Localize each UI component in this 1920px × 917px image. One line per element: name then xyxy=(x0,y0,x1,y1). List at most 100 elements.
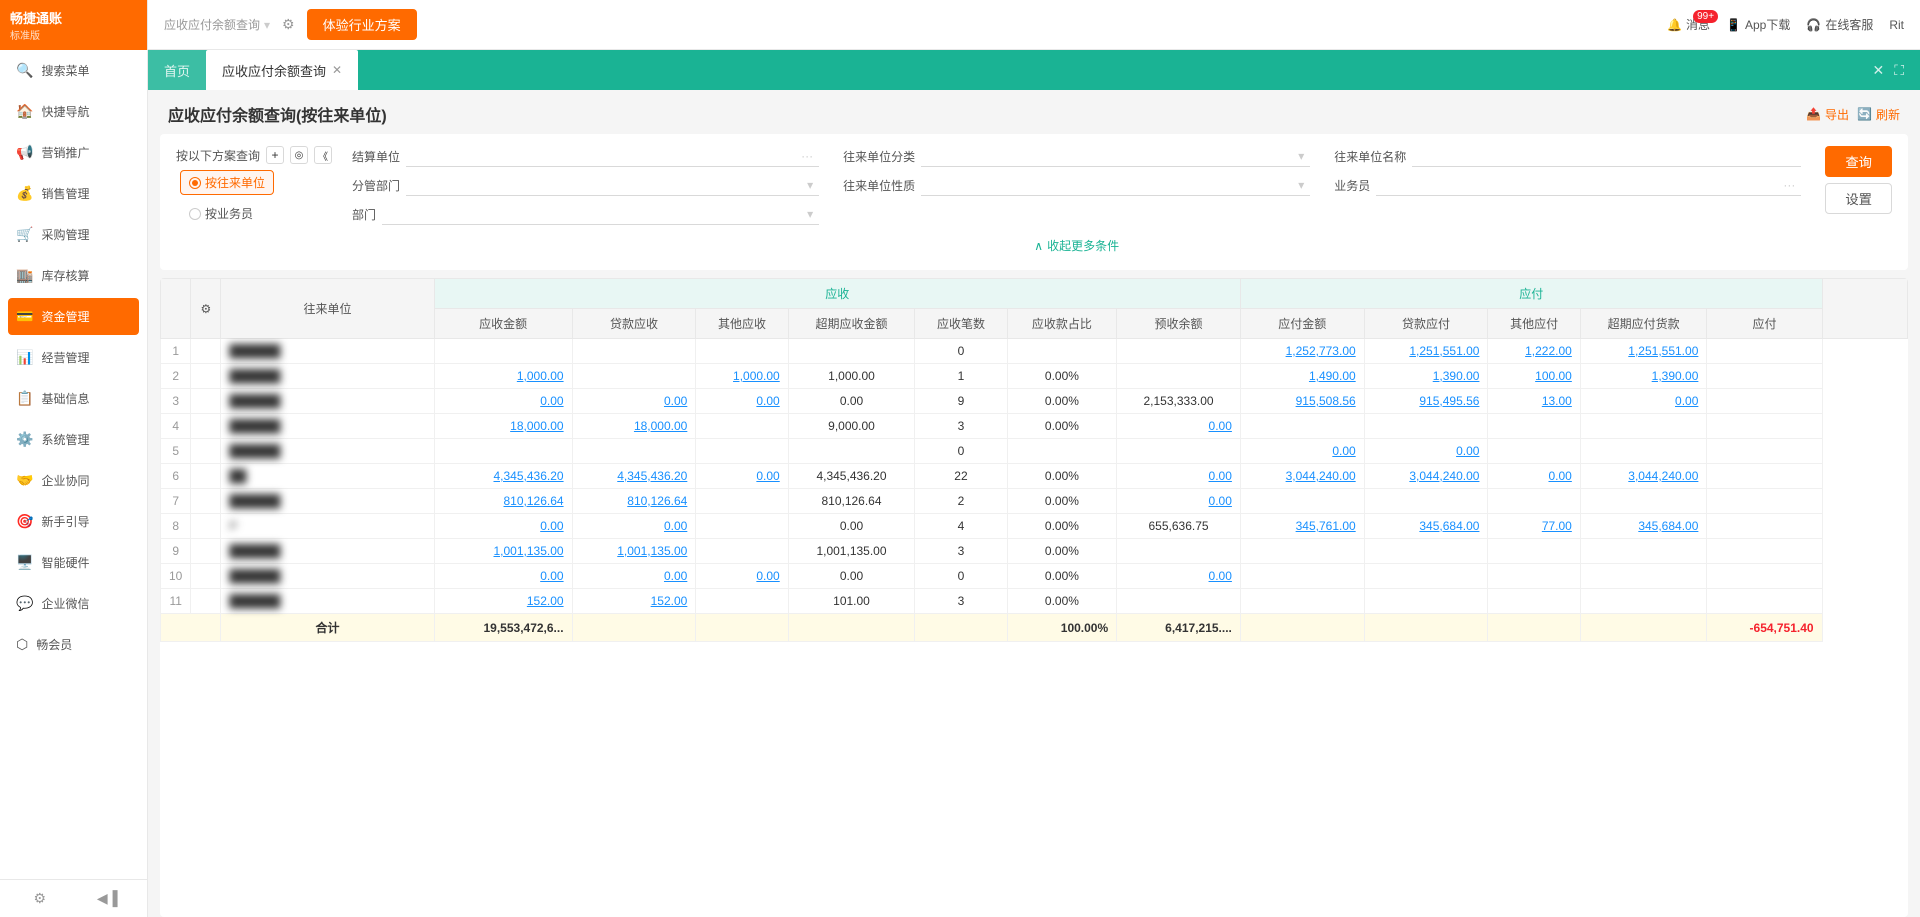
export-button[interactable]: 📤 导出 xyxy=(1806,106,1849,123)
sidebar-item-capital[interactable]: 💳资金管理 xyxy=(8,298,139,335)
notification-btn[interactable]: 🔔 消息 99+ xyxy=(1667,16,1710,33)
dept-manager-select[interactable]: ▾ xyxy=(406,175,819,196)
col-settings[interactable]: ⚙ xyxy=(191,279,221,339)
sidebar-settings-btn[interactable]: ⚙ xyxy=(10,890,70,907)
row-loan-rec[interactable]: 1,001,135.00 xyxy=(572,539,696,564)
row-loan-pay[interactable]: 0.00 xyxy=(1364,439,1488,464)
row-no: 7 xyxy=(161,489,191,514)
row-unit-name: ██████ xyxy=(221,339,434,364)
row-rec-amount[interactable]: 4,345,436.20 xyxy=(434,464,572,489)
sidebar-item-purchase[interactable]: 🛒采购管理 xyxy=(0,214,147,255)
row-other-rec[interactable]: 0.00 xyxy=(696,389,788,414)
row-loan-rec[interactable]: 152.00 xyxy=(572,589,696,614)
query-button[interactable]: 查询 xyxy=(1825,146,1892,177)
row-rec-amount[interactable]: 18,000.00 xyxy=(434,414,572,439)
sidebar-item-newbie[interactable]: 🎯新手引导 xyxy=(0,501,147,542)
sidebar-item-inventory[interactable]: 🏬库存核算 xyxy=(0,255,147,296)
col-overdue-pay: 超期应付货款 xyxy=(1580,309,1707,339)
row-overdue-pay[interactable]: 1,390.00 xyxy=(1580,364,1707,389)
collapse-button[interactable]: ∧ 收起更多条件 xyxy=(1034,233,1119,258)
row-overdue-pay[interactable]: 1,251,551.00 xyxy=(1580,339,1707,364)
row-pay-amount[interactable]: 1,490.00 xyxy=(1240,364,1364,389)
close-icon[interactable]: ✕ xyxy=(332,63,342,77)
row-loan-pay[interactable]: 345,684.00 xyxy=(1364,514,1488,539)
sidebar-item-operations[interactable]: 📊经营管理 xyxy=(0,337,147,378)
sidebar-item-sales[interactable]: 💰销售管理 xyxy=(0,173,147,214)
row-loan-rec[interactable]: 18,000.00 xyxy=(572,414,696,439)
refresh-button[interactable]: 🔄 刷新 xyxy=(1857,106,1900,123)
sidebar-collapse-btn[interactable]: ◀▐ xyxy=(78,890,138,907)
row-pay-amount[interactable]: 1,252,773.00 xyxy=(1240,339,1364,364)
sidebar-item-system[interactable]: ⚙️系统管理 xyxy=(0,419,147,460)
row-pay-amount[interactable]: 3,044,240.00 xyxy=(1240,464,1364,489)
row-other-rec[interactable]: 1,000.00 xyxy=(696,364,788,389)
row-other-rec[interactable]: 0.00 xyxy=(696,564,788,589)
row-loan-rec[interactable]: 4,345,436.20 xyxy=(572,464,696,489)
tab-receivable[interactable]: 应收应付余额查询 ✕ xyxy=(206,50,358,90)
tab-home[interactable]: 首页 xyxy=(148,50,206,90)
row-prepaid[interactable]: 0.00 xyxy=(1117,464,1241,489)
row-pay-amount[interactable]: 0.00 xyxy=(1240,439,1364,464)
row-rec-amount[interactable]: 0.00 xyxy=(434,564,572,589)
filter-scheme: 按以下方案查询 + ◎ 《 按往来单位 按业务员 xyxy=(176,146,336,258)
row-rec-count: 0 xyxy=(915,564,1007,589)
sidebar-item-wechat[interactable]: 💬企业微信 xyxy=(0,583,147,624)
row-pay-amount[interactable]: 915,508.56 xyxy=(1240,389,1364,414)
unit-category-select[interactable]: ▾ xyxy=(921,146,1310,167)
scheme-by-unit[interactable]: 按往来单位 xyxy=(180,170,274,195)
sidebar-item-member[interactable]: ⬡畅会员 xyxy=(0,624,147,665)
gear-icon[interactable]: ⚙ xyxy=(282,16,295,33)
department-select[interactable]: ▾ xyxy=(382,204,819,225)
scheme-by-staff[interactable]: 按业务员 xyxy=(180,201,262,226)
row-other-pay[interactable]: 13.00 xyxy=(1488,389,1580,414)
filter-label-nature: 往来单位性质 xyxy=(843,177,915,194)
unit-name-input[interactable] xyxy=(1412,146,1801,167)
expand-icon[interactable]: 《 xyxy=(314,146,332,164)
row-other-pay[interactable]: 0.00 xyxy=(1488,464,1580,489)
row-rec-amount[interactable]: 0.00 xyxy=(434,514,572,539)
row-rec-amount[interactable]: 810,126.64 xyxy=(434,489,572,514)
row-loan-pay[interactable]: 1,251,551.00 xyxy=(1364,339,1488,364)
row-rec-amount[interactable]: 1,000.00 xyxy=(434,364,572,389)
row-rec-amount[interactable]: 152.00 xyxy=(434,589,572,614)
add-icon[interactable]: + xyxy=(266,146,284,164)
row-prepaid[interactable]: 0.00 xyxy=(1117,414,1241,439)
sidebar-item-search[interactable]: 🔍搜索菜单 xyxy=(0,50,147,91)
sidebar-item-marketing[interactable]: 📢营销推广 xyxy=(0,132,147,173)
row-rec-amount[interactable]: 1,001,135.00 xyxy=(434,539,572,564)
row-loan-rec[interactable]: 0.00 xyxy=(572,514,696,539)
row-loan-pay[interactable]: 915,495.56 xyxy=(1364,389,1488,414)
row-overdue-pay[interactable]: 345,684.00 xyxy=(1580,514,1707,539)
row-prepaid[interactable]: 0.00 xyxy=(1117,564,1241,589)
window-close-icon[interactable]: ✕ xyxy=(1872,62,1884,79)
solution-button[interactable]: 体验行业方案 xyxy=(307,9,417,40)
row-overdue-pay[interactable]: 0.00 xyxy=(1580,389,1707,414)
settlement-unit-input[interactable]: ··· xyxy=(406,146,819,167)
row-other-pay[interactable]: 100.00 xyxy=(1488,364,1580,389)
unit-nature-select[interactable]: ▾ xyxy=(921,175,1310,196)
row-prepaid[interactable]: 0.00 xyxy=(1117,489,1241,514)
sidebar-item-collab[interactable]: 🤝企业协同 xyxy=(0,460,147,501)
sidebar-item-quicknav[interactable]: 🏠快捷导航 xyxy=(0,91,147,132)
row-rec-amount[interactable]: 0.00 xyxy=(434,389,572,414)
row-other-pay[interactable]: 77.00 xyxy=(1488,514,1580,539)
row-other-rec[interactable]: 0.00 xyxy=(696,464,788,489)
setting-button[interactable]: 设置 xyxy=(1825,183,1892,214)
wechat-icon: 💬 xyxy=(16,595,33,612)
sidebar-item-hardware[interactable]: 🖥️智能硬件 xyxy=(0,542,147,583)
app-download-btn[interactable]: 📱 App下载 xyxy=(1726,16,1790,33)
online-service-btn[interactable]: 🎧 在线客服 xyxy=(1806,16,1873,33)
topbar-right: 🔔 消息 99+ 📱 App下载 🎧 在线客服 Rit xyxy=(1667,16,1904,33)
sidebar-item-basic[interactable]: 📋基础信息 xyxy=(0,378,147,419)
row-pay-amount[interactable]: 345,761.00 xyxy=(1240,514,1364,539)
row-loan-rec[interactable]: 810,126.64 xyxy=(572,489,696,514)
row-loan-rec[interactable]: 0.00 xyxy=(572,564,696,589)
salesperson-input[interactable]: ··· xyxy=(1376,175,1801,196)
maximize-icon[interactable]: ⛶ xyxy=(1894,62,1904,79)
row-loan-pay[interactable]: 3,044,240.00 xyxy=(1364,464,1488,489)
row-overdue-pay[interactable]: 3,044,240.00 xyxy=(1580,464,1707,489)
row-loan-rec[interactable]: 0.00 xyxy=(572,389,696,414)
row-other-pay[interactable]: 1,222.00 xyxy=(1488,339,1580,364)
row-loan-pay[interactable]: 1,390.00 xyxy=(1364,364,1488,389)
target-icon[interactable]: ◎ xyxy=(290,146,308,164)
